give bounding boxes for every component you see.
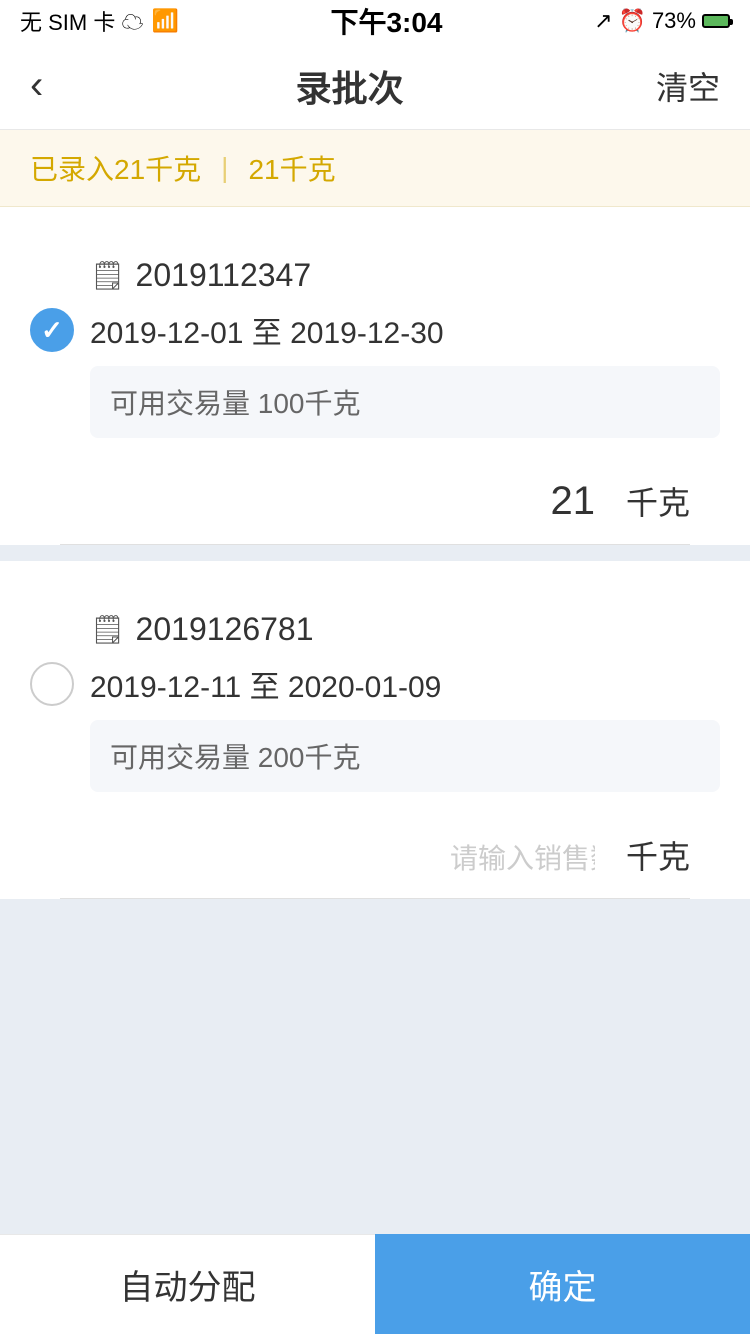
wifi-icon: 📶 <box>151 8 178 34</box>
batch2-available: 可用交易量 200千克 <box>90 720 720 792</box>
confirm-label: 确定 <box>529 1260 597 1309</box>
batch1-date-row: ✓ 2019-12-01 至 2019-12-30 <box>30 308 720 352</box>
footer: 自动分配 确定 <box>0 1234 750 1334</box>
location-icon: ↗ <box>594 8 612 34</box>
batch1-icon: 🗒 <box>90 259 126 292</box>
batch1-unit: 千克 <box>626 478 690 524</box>
batch2-qty-input[interactable] <box>450 833 610 878</box>
batch2-date: 2019-12-11 至 2020-01-09 <box>90 662 441 706</box>
battery-icon <box>702 14 730 28</box>
nav-bar: ‹ 录批次 清空 <box>0 42 750 130</box>
batch2-card: 🗒 2019126781 2019-12-11 至 2020-01-09 可用交… <box>0 561 750 899</box>
auto-distribute-button[interactable]: 自动分配 <box>0 1234 375 1334</box>
batch1-qty-row: 千克 <box>30 458 720 544</box>
batch2-header: 🗒 2019126781 <box>30 611 720 648</box>
recorded-label: 已录入21千克 <box>30 148 201 188</box>
batch2-qty-row: 千克 <box>30 812 720 898</box>
page-title: 录批次 <box>296 60 404 112</box>
batch1-available: 可用交易量 100千克 <box>90 366 720 438</box>
batch2-item[interactable]: 🗒 2019126781 2019-12-11 至 2020-01-09 可用交… <box>30 591 720 812</box>
banner-divider: | <box>221 152 228 184</box>
batch2-radio[interactable] <box>30 662 74 706</box>
clear-button[interactable]: 清空 <box>656 63 720 109</box>
batch1-check-icon: ✓ <box>41 315 63 346</box>
batch1-id: 2019112347 <box>136 257 312 294</box>
status-left: 无 SIM 卡 ☁ 📶 <box>20 5 179 37</box>
status-bar: 无 SIM 卡 ☁ 📶 下午3:04 ↗ ⏰ 73% <box>0 0 750 42</box>
batch1-radio[interactable]: ✓ <box>30 308 74 352</box>
batch1-item[interactable]: 🗒 2019112347 ✓ 2019-12-01 至 2019-12-30 可… <box>30 237 720 458</box>
alarm-icon: ⏰ <box>619 8 646 34</box>
batch2-id: 2019126781 <box>136 611 314 648</box>
card-separator-1 <box>0 545 750 561</box>
batch1-card: 🗒 2019112347 ✓ 2019-12-01 至 2019-12-30 可… <box>0 207 750 545</box>
batch2-date-row: 2019-12-11 至 2020-01-09 <box>30 662 720 706</box>
auto-distribute-label: 自动分配 <box>120 1260 256 1309</box>
sim-label: 无 SIM 卡 ☁ <box>20 5 143 37</box>
batch2-icon: 🗒 <box>90 613 126 646</box>
batch1-header: 🗒 2019112347 <box>30 257 720 294</box>
status-right: ↗ ⏰ 73% <box>594 8 730 34</box>
battery-percent: 73% <box>652 8 696 34</box>
status-time: 下午3:04 <box>330 1 442 41</box>
total-label: 21千克 <box>248 148 335 188</box>
batch1-qty-input[interactable] <box>450 479 610 524</box>
back-button[interactable]: ‹ <box>30 63 43 108</box>
confirm-button[interactable]: 确定 <box>375 1234 750 1334</box>
batch1-date: 2019-12-01 至 2019-12-30 <box>90 308 444 352</box>
info-banner: 已录入21千克 | 21千克 <box>0 130 750 207</box>
batch2-unit: 千克 <box>626 832 690 878</box>
